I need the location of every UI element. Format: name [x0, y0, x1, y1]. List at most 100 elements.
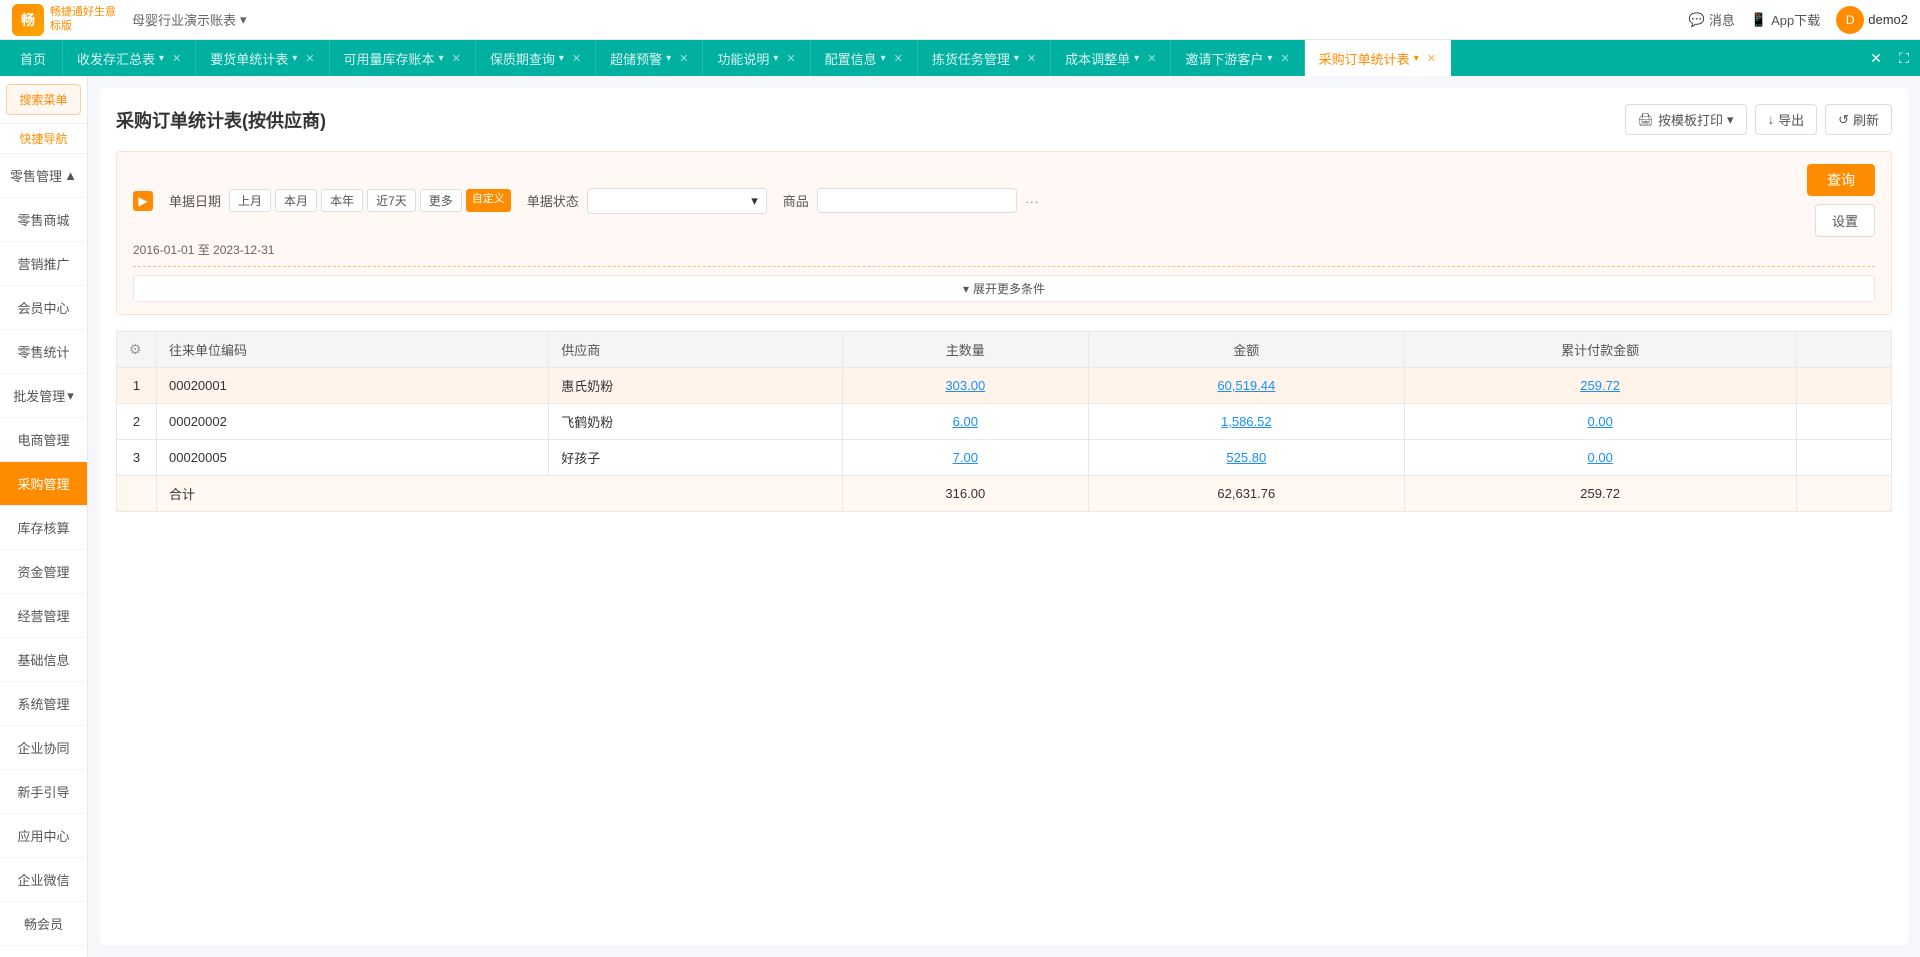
row-supplier: 好孩子 — [549, 440, 842, 476]
tab-邀请下游客户[interactable]: 邀请下游客户 ▾ ✕ — [1171, 40, 1304, 76]
sidebar-item-库存核算[interactable]: 库存核算 — [0, 506, 87, 550]
tab-close-icon[interactable]: ✕ — [679, 52, 688, 65]
col-paid: 累计付款金额 — [1404, 332, 1796, 368]
expand-more-button[interactable]: ▾ 展开更多条件 — [133, 275, 1875, 302]
query-button[interactable]: 查询 — [1807, 164, 1875, 196]
tab-close-icon[interactable]: ✕ — [172, 52, 181, 65]
sidebar-item-采购管理[interactable]: 采购管理 — [0, 462, 87, 506]
top-bar-left: 畅 畅捷通好生意 标版 母婴行业演示账表 ▾ — [12, 4, 255, 36]
tab-收发存汇总表[interactable]: 收发存汇总表 ▾ ✕ — [63, 40, 196, 76]
sidebar-item-资金管理[interactable]: 资金管理 — [0, 550, 87, 594]
print-button[interactable]: 🖨 按模板打印 ▾ — [1625, 104, 1747, 135]
tab-close-icon[interactable]: ✕ — [1427, 52, 1436, 65]
sidebar-item-零售商城[interactable]: 零售商城 — [0, 198, 87, 242]
col-amount: 金额 — [1089, 332, 1404, 368]
tab-arrow-icon: ▾ — [666, 53, 671, 64]
nav-close-button[interactable]: ✕ — [1864, 46, 1888, 70]
shortcut-7days[interactable]: 近7天 — [367, 189, 416, 212]
sidebar-item-企业微信[interactable]: 企业微信 — [0, 858, 87, 902]
expand-icon: ▾ — [963, 282, 969, 296]
user-profile[interactable]: D demo2 — [1836, 6, 1908, 34]
tab-超储预警[interactable]: 超储预警 ▾ ✕ — [596, 40, 703, 76]
nav-tabs: 首页 收发存汇总表 ▾ ✕ 要货单统计表 ▾ ✕ 可用量库存账本 ▾ ✕ 保质期… — [0, 40, 1920, 76]
workspace-selector[interactable]: 母婴行业演示账表 ▾ — [124, 6, 255, 33]
tab-home[interactable]: 首页 — [4, 40, 63, 76]
tab-拣货任务管理[interactable]: 拣货任务管理 ▾ ✕ — [918, 40, 1051, 76]
tab-close-icon[interactable]: ✕ — [572, 52, 581, 65]
tab-close-icon[interactable]: ✕ — [1280, 52, 1289, 65]
top-bar-right: 💬 消息 📱 App下载 D demo2 — [1689, 6, 1908, 34]
col-code: 往来单位编码 — [157, 332, 549, 368]
tab-close-icon[interactable]: ✕ — [305, 52, 314, 65]
refresh-button[interactable]: ↺ 刷新 — [1825, 104, 1892, 135]
table-settings-icon[interactable]: ⚙ — [129, 341, 142, 357]
export-button[interactable]: ↓ 导出 — [1755, 104, 1818, 135]
filter-toggle-button[interactable]: ▶ — [133, 191, 153, 211]
sidebar-item-系统管理[interactable]: 系统管理 — [0, 682, 87, 726]
tab-close-icon[interactable]: ✕ — [1147, 52, 1156, 65]
sidebar-item-电商管理[interactable]: 电商管理 — [0, 418, 87, 462]
table-row: 2 00020002 飞鹤奶粉 6.00 1,586.52 0.00 — [117, 404, 1892, 440]
tab-close-icon[interactable]: ✕ — [894, 52, 903, 65]
nav-expand-button[interactable]: ⛶ — [1892, 46, 1916, 70]
tab-成本调整单[interactable]: 成本调整单 ▾ ✕ — [1051, 40, 1171, 76]
sidebar-item-零售管理[interactable]: 零售管理 ▲ — [0, 154, 87, 198]
row-code: 00020002 — [157, 404, 549, 440]
sidebar-item-零售统计[interactable]: 零售统计 — [0, 330, 87, 374]
sidebar-item-经营管理[interactable]: 经营管理 — [0, 594, 87, 638]
date-shortcuts: 上月 本月 本年 近7天 更多 自定义 — [229, 189, 511, 212]
workspace-arrow-icon: ▾ — [240, 12, 247, 28]
tab-arrow-icon: ▾ — [1267, 53, 1272, 64]
shortcut-this-year[interactable]: 本年 — [321, 189, 363, 212]
sidebar-item-基础信息[interactable]: 基础信息 — [0, 638, 87, 682]
app-download-button[interactable]: 📱 App下载 — [1751, 10, 1820, 29]
content-area: 采购订单统计表(按供应商) 🖨 按模板打印 ▾ ↓ 导出 ↺ 刷新 — [88, 76, 1920, 957]
shortcut-more[interactable]: 更多 — [420, 189, 462, 212]
sidebar-item-新手引导[interactable]: 新手引导 — [0, 770, 87, 814]
sidebar-item-畅会员[interactable]: 畅会员 — [0, 902, 87, 946]
goods-settings-icon[interactable]: ··· — [1025, 193, 1039, 209]
tab-close-icon[interactable]: ✕ — [1027, 52, 1036, 65]
row-code: 00020001 — [157, 368, 549, 404]
sidebar-item-会员中心[interactable]: 会员中心 — [0, 286, 87, 330]
logo-area: 畅 畅捷通好生意 标版 — [12, 4, 116, 36]
tab-配置信息[interactable]: 配置信息 ▾ ✕ — [811, 40, 918, 76]
status-select[interactable]: ▾ — [587, 188, 767, 214]
table-header-row: ⚙ 往来单位编码 供应商 主数量 金额 累计付款金额 — [117, 332, 1892, 368]
user-name: demo2 — [1868, 12, 1908, 27]
shortcut-last-month[interactable]: 上月 — [229, 189, 271, 212]
date-range-display: 2016-01-01 至 2023-12-31 — [133, 241, 1875, 258]
row-extra — [1796, 404, 1891, 440]
tab-close-icon[interactable]: ✕ — [786, 52, 795, 65]
col-quantity: 主数量 — [842, 332, 1089, 368]
setting-button[interactable]: 设置 — [1815, 204, 1875, 237]
expand-icon: ▲ — [64, 168, 77, 183]
tab-close-icon[interactable]: ✕ — [452, 52, 461, 65]
footer-label: 合计 — [157, 476, 843, 512]
refresh-icon: ↺ — [1838, 112, 1849, 128]
tab-要货单统计表[interactable]: 要货单统计表 ▾ ✕ — [196, 40, 329, 76]
row-extra — [1796, 368, 1891, 404]
logo-icon: 畅 — [12, 4, 44, 36]
tab-保质期查询[interactable]: 保质期查询 ▾ ✕ — [476, 40, 596, 76]
row-supplier: 惠氏奶粉 — [549, 368, 842, 404]
search-menu-button[interactable]: 搜索菜单 — [6, 84, 81, 115]
sidebar-item-营销推广[interactable]: 营销推广 — [0, 242, 87, 286]
message-button[interactable]: 💬 消息 — [1689, 10, 1735, 29]
filter-divider — [133, 266, 1875, 267]
goods-input[interactable] — [817, 188, 1017, 213]
filter-row: ▶ 单据日期 上月 本月 本年 近7天 更多 自定义 — [133, 164, 1875, 237]
tab-可用量库存账本[interactable]: 可用量库存账本 ▾ ✕ — [330, 40, 476, 76]
shortcut-this-month[interactable]: 本月 — [275, 189, 317, 212]
row-amount: 60,519.44 — [1089, 368, 1404, 404]
quick-nav-button[interactable]: 快捷导航 — [0, 124, 87, 154]
row-paid: 0.00 — [1404, 404, 1796, 440]
sidebar-item-应用中心[interactable]: 应用中心 — [0, 814, 87, 858]
status-filter-group: 单据状态 ▾ — [527, 188, 767, 214]
avatar: D — [1836, 6, 1864, 34]
footer-quantity: 316.00 — [842, 476, 1089, 512]
sidebar-item-企业协同[interactable]: 企业协同 — [0, 726, 87, 770]
tab-采购订单统计表[interactable]: 采购订单统计表 ▾ ✕ — [1305, 40, 1451, 76]
tab-功能说明[interactable]: 功能说明 ▾ ✕ — [703, 40, 810, 76]
sidebar-item-批发管理[interactable]: 批发管理 ▾ — [0, 374, 87, 418]
